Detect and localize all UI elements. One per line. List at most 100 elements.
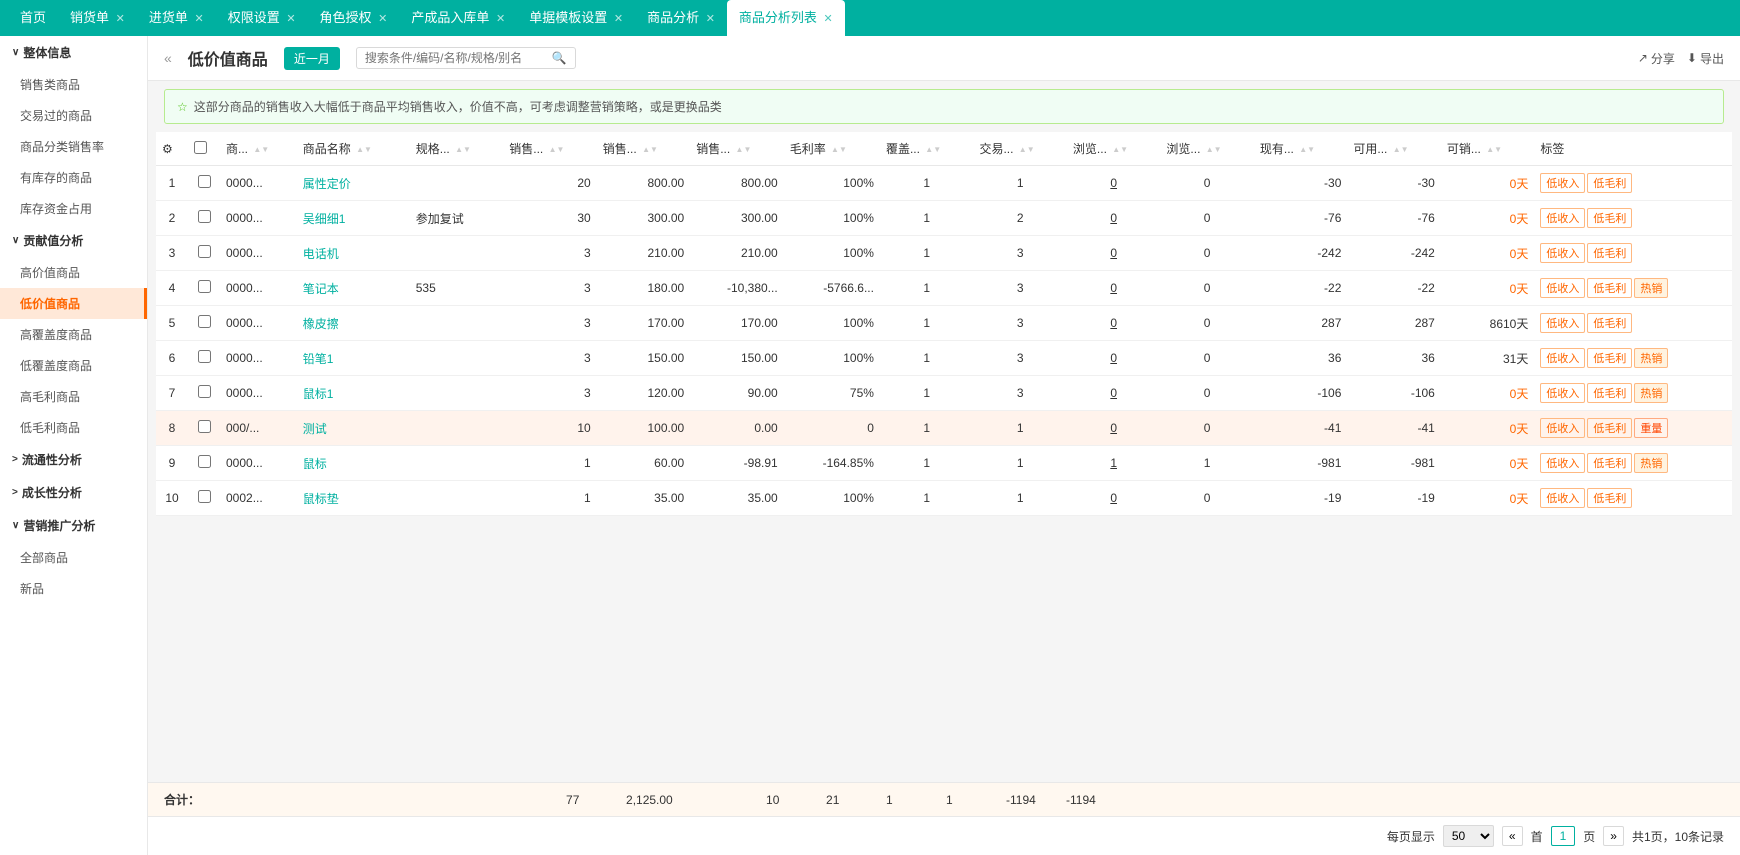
search-icon[interactable]: 🔍 — [552, 51, 567, 65]
view1-link[interactable]: 0 — [1110, 316, 1117, 330]
nav-sales-close[interactable]: ✕ — [116, 13, 125, 25]
next-page-btn[interactable]: » — [1603, 826, 1624, 846]
sidebar-item-new-products[interactable]: 新品 — [0, 573, 147, 604]
row-check[interactable] — [188, 341, 220, 376]
nav-analysis[interactable]: 商品分析 ✕ — [635, 0, 727, 36]
period-button[interactable]: 近一月 — [284, 47, 340, 70]
row-checkbox[interactable] — [198, 385, 211, 398]
row-name[interactable]: 鼠标1 — [297, 376, 410, 411]
sidebar-group-growth[interactable]: > 成长性分析 — [0, 476, 147, 509]
row-check[interactable] — [188, 201, 220, 236]
row-checkbox[interactable] — [198, 210, 211, 223]
th-current[interactable]: 现有... ▲▼ — [1254, 132, 1347, 166]
sidebar-item-sales-products[interactable]: 销售类商品 — [0, 69, 147, 100]
nav-template[interactable]: 单据模板设置 ✕ — [517, 0, 635, 36]
row-checkbox[interactable] — [198, 350, 211, 363]
row-name[interactable]: 鼠标 — [297, 446, 410, 481]
row-check[interactable] — [188, 481, 220, 516]
nav-permission-close[interactable]: ✕ — [286, 13, 295, 25]
row-checkbox[interactable] — [198, 490, 211, 503]
view1-link[interactable]: 0 — [1110, 386, 1117, 400]
sidebar-item-low-coverage[interactable]: 低覆盖度商品 — [0, 350, 147, 381]
view1-link[interactable]: 0 — [1110, 351, 1117, 365]
select-all-checkbox[interactable] — [194, 141, 207, 154]
th-spec[interactable]: 规格... ▲▼ — [410, 132, 503, 166]
row-view1[interactable]: 0 — [1067, 481, 1160, 516]
per-page-select[interactable]: 50 100 — [1443, 825, 1494, 847]
row-name[interactable]: 鼠标垫 — [297, 481, 410, 516]
sidebar-item-low-value[interactable]: 低价值商品 — [0, 288, 147, 319]
row-checkbox[interactable] — [198, 315, 211, 328]
sidebar-item-high-value[interactable]: 高价值商品 — [0, 257, 147, 288]
sidebar-item-high-margin[interactable]: 高毛利商品 — [0, 381, 147, 412]
th-view2[interactable]: 浏览... ▲▼ — [1160, 132, 1253, 166]
view1-link[interactable]: 0 — [1110, 491, 1117, 505]
nav-role[interactable]: 角色授权 ✕ — [308, 0, 400, 36]
row-view1[interactable]: 0 — [1067, 201, 1160, 236]
nav-home[interactable]: 首页 — [8, 0, 58, 36]
row-name[interactable]: 测试 — [297, 411, 410, 446]
row-checkbox[interactable] — [198, 175, 211, 188]
view1-link[interactable]: 0 — [1110, 421, 1117, 435]
sidebar-item-low-margin[interactable]: 低毛利商品 — [0, 412, 147, 443]
row-view1[interactable]: 0 — [1067, 341, 1160, 376]
row-view1[interactable]: 1 — [1067, 446, 1160, 481]
th-available[interactable]: 可用... ▲▼ — [1347, 132, 1440, 166]
row-view1[interactable]: 0 — [1067, 236, 1160, 271]
th-qty[interactable]: 销售... ▲▼ — [503, 132, 596, 166]
row-check[interactable] — [188, 376, 220, 411]
row-check[interactable] — [188, 446, 220, 481]
nav-analysis-list[interactable]: 商品分析列表 ✕ — [727, 0, 845, 36]
nav-template-close[interactable]: ✕ — [614, 13, 623, 25]
nav-analysis-list-close[interactable]: ✕ — [824, 13, 833, 25]
sidebar-item-traded-products[interactable]: 交易过的商品 — [0, 100, 147, 131]
row-name[interactable]: 吴细细1 — [297, 201, 410, 236]
view1-link[interactable]: 0 — [1110, 281, 1117, 295]
sidebar-item-stock-funds[interactable]: 库存资金占用 — [0, 193, 147, 224]
nav-sales[interactable]: 销货单 ✕ — [58, 0, 137, 36]
th-margin[interactable]: 毛利率 ▲▼ — [784, 132, 880, 166]
search-input[interactable] — [365, 51, 548, 65]
nav-purchase[interactable]: 进货单 ✕ — [137, 0, 216, 36]
th-amount[interactable]: 销售... ▲▼ — [597, 132, 690, 166]
th-coverage[interactable]: 覆盖... ▲▼ — [880, 132, 973, 166]
nav-products-close[interactable]: ✕ — [496, 13, 505, 25]
view1-link[interactable]: 1 — [1110, 456, 1117, 470]
row-view1[interactable]: 0 — [1067, 411, 1160, 446]
first-page-btn[interactable]: « — [1502, 826, 1523, 846]
row-check[interactable] — [188, 271, 220, 306]
view1-link[interactable]: 0 — [1110, 211, 1117, 225]
sidebar-collapse-btn[interactable]: « — [164, 50, 172, 66]
sidebar-item-all-products[interactable]: 全部商品 — [0, 542, 147, 573]
row-view1[interactable]: 0 — [1067, 166, 1160, 201]
th-name[interactable]: 商品名称 ▲▼ — [297, 132, 410, 166]
th-trade[interactable]: 交易... ▲▼ — [973, 132, 1066, 166]
nav-purchase-close[interactable]: ✕ — [194, 13, 203, 25]
th-gear[interactable]: ⚙ — [156, 132, 188, 166]
row-checkbox[interactable] — [198, 245, 211, 258]
share-button[interactable]: ↗ 分享 — [1638, 50, 1675, 67]
row-checkbox[interactable] — [198, 420, 211, 433]
sidebar-group-contribution[interactable]: ∨ 贡献值分析 — [0, 224, 147, 257]
nav-products[interactable]: 产成品入库单 ✕ — [399, 0, 517, 36]
row-name[interactable]: 电话机 — [297, 236, 410, 271]
row-view1[interactable]: 0 — [1067, 306, 1160, 341]
nav-permission[interactable]: 权限设置 ✕ — [216, 0, 308, 36]
view1-link[interactable]: 0 — [1110, 246, 1117, 260]
sidebar-group-liquidity[interactable]: > 流通性分析 — [0, 443, 147, 476]
th-cost[interactable]: 销售... ▲▼ — [690, 132, 783, 166]
row-name[interactable]: 橡皮擦 — [297, 306, 410, 341]
nav-role-close[interactable]: ✕ — [378, 13, 387, 25]
th-sellable[interactable]: 可销... ▲▼ — [1441, 132, 1534, 166]
row-view1[interactable]: 0 — [1067, 271, 1160, 306]
export-button[interactable]: ⬇ 导出 — [1687, 50, 1724, 67]
row-name[interactable]: 铅笔1 — [297, 341, 410, 376]
sidebar-group-marketing[interactable]: ∨ 营销推广分析 — [0, 509, 147, 542]
row-name[interactable]: 属性定价 — [297, 166, 410, 201]
th-code[interactable]: 商... ▲▼ — [220, 132, 297, 166]
row-check[interactable] — [188, 166, 220, 201]
row-view1[interactable]: 0 — [1067, 376, 1160, 411]
row-checkbox[interactable] — [198, 280, 211, 293]
th-view1[interactable]: 浏览... ▲▼ — [1067, 132, 1160, 166]
table-container[interactable]: ⚙ 商... ▲▼ 商品名称 ▲▼ 规格... ▲▼ 销售... ▲▼ 销售..… — [156, 132, 1732, 782]
